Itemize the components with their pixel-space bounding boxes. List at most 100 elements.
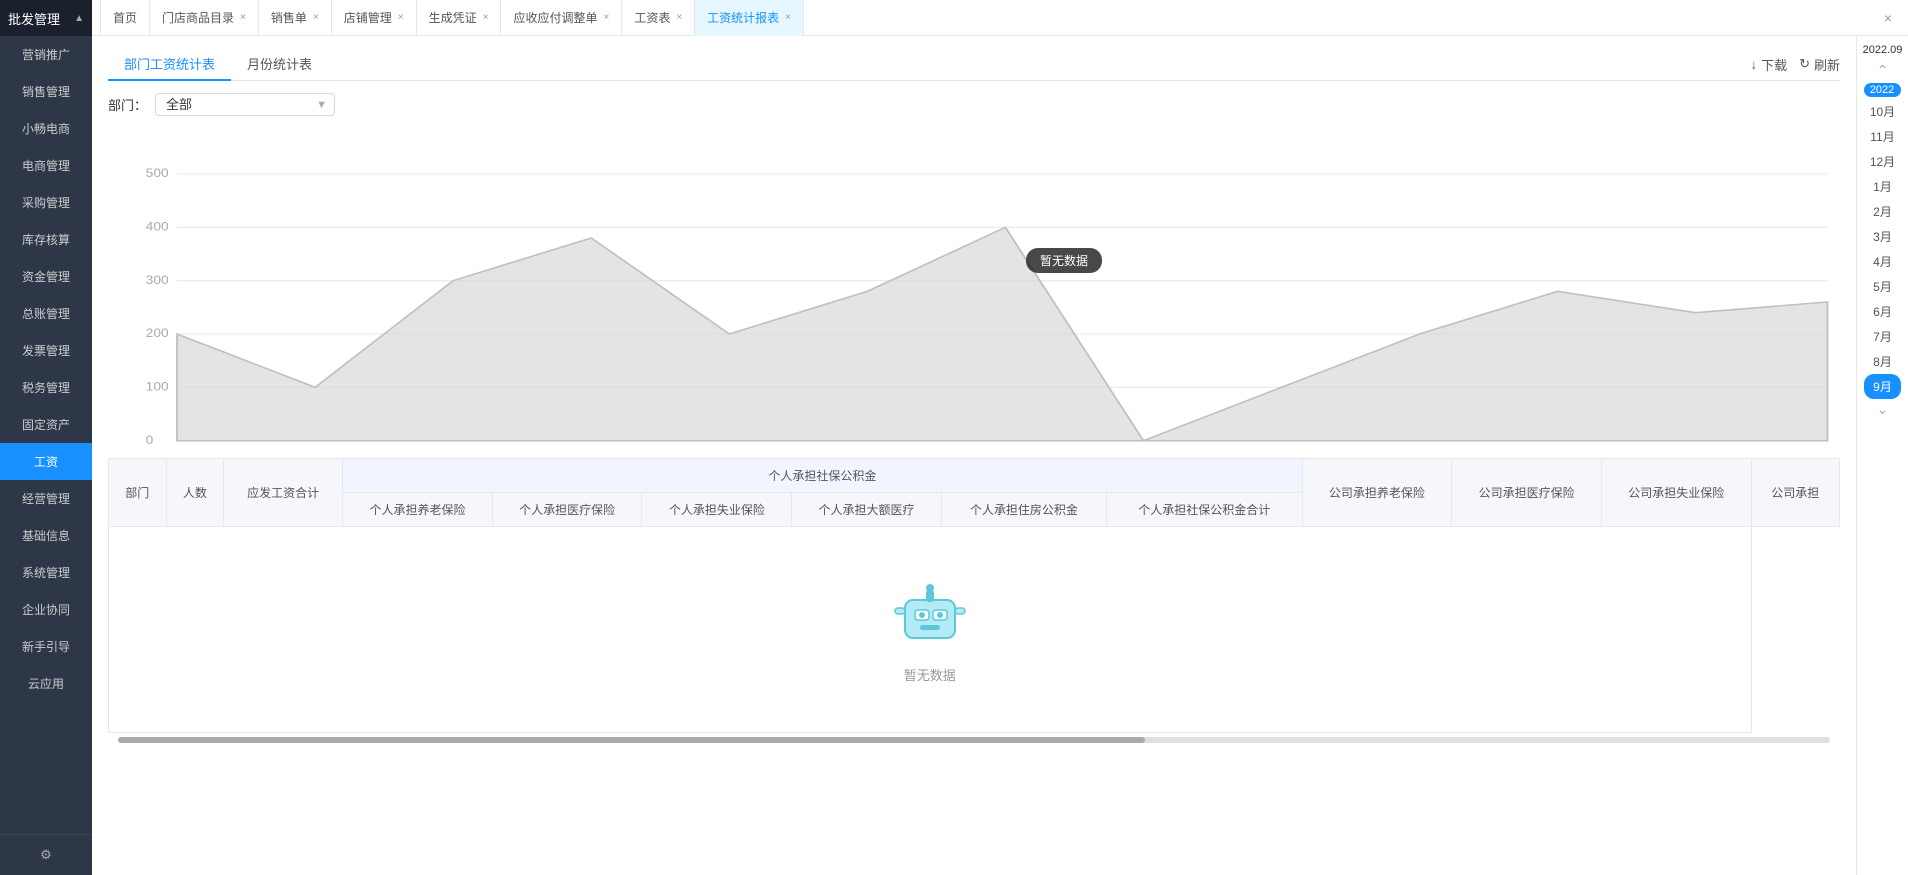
month-item-12月[interactable]: 12月: [1864, 149, 1901, 174]
sidebar-item-云应用[interactable]: 云应用: [0, 665, 92, 702]
month-item-4月[interactable]: 4月: [1864, 249, 1901, 274]
tab-close-icon[interactable]: ×: [313, 13, 319, 23]
sidebar-item-发票管理[interactable]: 发票管理: [0, 332, 92, 369]
content-area: 部门工资统计表月份统计表 ↓ 下载 ↻ 刷新 部门：: [92, 36, 1908, 875]
department-select-wrapper: 全部 ▼: [155, 93, 335, 116]
month-item-2月[interactable]: 2月: [1864, 199, 1901, 224]
tab-label: 首页: [113, 9, 137, 26]
col-header-company-unemployment: 公司承担失业保险: [1601, 459, 1751, 527]
page-content: 部门工资统计表月份统计表 ↓ 下载 ↻ 刷新 部门：: [92, 36, 1856, 875]
col-header-personal-housing: 个人承担住房公积金: [941, 493, 1106, 527]
month-item-7月[interactable]: 7月: [1864, 324, 1901, 349]
svg-text:400: 400: [146, 220, 169, 234]
empty-state-cell: 暂无数据: [109, 527, 1752, 733]
tab-label: 工资表: [634, 9, 670, 26]
action-buttons: ↓ 下载 ↻ 刷新: [1751, 55, 1840, 74]
sidebar-item-小畅电商[interactable]: 小畅电商: [0, 110, 92, 147]
sub-tab-部门工资统计表[interactable]: 部门工资统计表: [108, 48, 231, 81]
col-header-company-other: 公司承担: [1751, 459, 1839, 527]
tab-首页[interactable]: 首页: [100, 0, 150, 36]
tabs-container: 首页门店商品目录×销售单×店铺管理×生成凭证×应收应付调整单×工资表×工资统计报…: [100, 0, 1876, 36]
tab-门店商品目录[interactable]: 门店商品目录 ×: [150, 0, 259, 36]
empty-text: 暂无数据: [904, 665, 956, 684]
download-icon: ↓: [1751, 57, 1758, 72]
refresh-icon: ↻: [1799, 56, 1810, 72]
col-group-personal: 个人承担社保公积金: [343, 459, 1302, 493]
sidebar: 批发管理 ▲ 营销推广销售管理小畅电商电商管理采购管理库存核算资金管理总账管理发…: [0, 0, 92, 875]
tab-label: 应收应付调整单: [513, 9, 597, 26]
tab-close-icon[interactable]: ×: [483, 13, 489, 23]
tab-label: 门店商品目录: [162, 9, 234, 26]
download-button[interactable]: ↓ 下载: [1751, 55, 1788, 74]
tab-close-icon[interactable]: ×: [398, 13, 404, 23]
svg-text:500: 500: [146, 166, 169, 180]
horizontal-scrollbar[interactable]: [118, 737, 1830, 743]
sidebar-item-税务管理[interactable]: 税务管理: [0, 369, 92, 406]
data-table: 部门 人数 应发工资合计 个人承担社保公积金 公司承担养老保险 公司承担医疗保险…: [108, 458, 1840, 733]
month-item-3月[interactable]: 3月: [1864, 224, 1901, 249]
tab-工资统计报表[interactable]: 工资统计报表×: [695, 0, 804, 36]
svg-text:0: 0: [146, 433, 154, 446]
scrollbar-thumb: [118, 737, 1145, 743]
month-picker-up-button[interactable]: ⌃: [1877, 60, 1889, 81]
sidebar-item-新手引导[interactable]: 新手引导: [0, 628, 92, 665]
sidebar-item-采购管理[interactable]: 采购管理: [0, 184, 92, 221]
month-item-6月[interactable]: 6月: [1864, 299, 1901, 324]
tab-工资表[interactable]: 工资表 ×: [622, 0, 695, 36]
sidebar-item-库存核算[interactable]: 库存核算: [0, 221, 92, 258]
close-all-tabs-button[interactable]: ×: [1876, 10, 1900, 26]
tab-生成凭证[interactable]: 生成凭证×: [417, 0, 502, 36]
col-header-personal-total: 个人承担社保公积金合计: [1106, 493, 1302, 527]
sidebar-item-工资[interactable]: 工资: [0, 443, 92, 480]
chart-container: 0 100 200 300 400 500 暂无数: [108, 126, 1840, 446]
refresh-label: 刷新: [1814, 55, 1840, 74]
download-label: 下载: [1761, 55, 1787, 74]
chart-svg: 0 100 200 300 400 500: [108, 126, 1840, 446]
sub-tab-月份统计表[interactable]: 月份统计表: [231, 48, 328, 81]
sidebar-item-总账管理[interactable]: 总账管理: [0, 295, 92, 332]
sidebar-item-固定资产[interactable]: 固定资产: [0, 406, 92, 443]
sidebar-item-电商管理[interactable]: 电商管理: [0, 147, 92, 184]
sidebar-item-基础信息[interactable]: 基础信息: [0, 517, 92, 554]
tabs-bar: 首页门店商品目录×销售单×店铺管理×生成凭证×应收应付调整单×工资表×工资统计报…: [92, 0, 1908, 36]
month-item-11月[interactable]: 11月: [1864, 124, 1901, 149]
month-item-9月[interactable]: 9月: [1864, 374, 1901, 399]
sidebar-item-资金管理[interactable]: 资金管理: [0, 258, 92, 295]
sidebar-item-营销推广[interactable]: 营销推广: [0, 36, 92, 73]
filter-label: 部门：: [108, 95, 147, 114]
sidebar-item-企业协同[interactable]: 企业协同: [0, 591, 92, 628]
table-wrapper: 部门 人数 应发工资合计 个人承担社保公积金 公司承担养老保险 公司承担医疗保险…: [108, 458, 1840, 733]
sidebar-settings-button[interactable]: ⚙: [0, 834, 92, 875]
month-item-5月[interactable]: 5月: [1864, 274, 1901, 299]
col-header-personal-unemployment: 个人承担失业保险: [642, 493, 792, 527]
tab-销售单[interactable]: 销售单×: [259, 0, 332, 36]
tab-应收应付调整单[interactable]: 应收应付调整单 ×: [501, 0, 622, 36]
tab-close-icon[interactable]: ×: [603, 13, 609, 23]
sidebar-header[interactable]: 批发管理 ▲: [0, 0, 92, 36]
refresh-button[interactable]: ↻ 刷新: [1799, 55, 1840, 74]
month-picker-year-label[interactable]: 2022.09: [1861, 40, 1905, 60]
tab-店铺管理[interactable]: 店铺管理×: [332, 0, 417, 36]
empty-state: 暂无数据: [119, 535, 1741, 724]
sidebar-item-经营管理[interactable]: 经营管理: [0, 480, 92, 517]
settings-icon: ⚙: [40, 847, 52, 862]
sidebar-item-销售管理[interactable]: 销售管理: [0, 73, 92, 110]
sidebar-collapse-icon[interactable]: ▲: [74, 13, 84, 24]
sub-tabs: 部门工资统计表月份统计表 ↓ 下载 ↻ 刷新: [108, 48, 1840, 81]
tab-close-icon[interactable]: ×: [785, 13, 791, 23]
tab-close-icon[interactable]: ×: [676, 13, 682, 23]
month-item-8月[interactable]: 8月: [1864, 349, 1901, 374]
sidebar-items-container: 营销推广销售管理小畅电商电商管理采购管理库存核算资金管理总账管理发票管理税务管理…: [0, 36, 92, 702]
month-item-10月[interactable]: 10月: [1864, 99, 1901, 124]
month-item-1月[interactable]: 1月: [1864, 174, 1901, 199]
sub-tabs-container: 部门工资统计表月份统计表: [108, 48, 328, 80]
tab-close-icon[interactable]: ×: [240, 13, 246, 23]
filter-section: 部门： 全部 ▼: [108, 93, 335, 116]
month-picker-down-button[interactable]: ⌄: [1877, 399, 1889, 420]
department-select[interactable]: 全部: [155, 93, 335, 116]
main-area: 首页门店商品目录×销售单×店铺管理×生成凭证×应收应付调整单×工资表×工资统计报…: [92, 0, 1908, 875]
sidebar-item-系统管理[interactable]: 系统管理: [0, 554, 92, 591]
col-header-company-pension: 公司承担养老保险: [1302, 459, 1452, 527]
svg-text:100: 100: [146, 380, 169, 394]
year-badge[interactable]: 2022: [1864, 83, 1901, 97]
